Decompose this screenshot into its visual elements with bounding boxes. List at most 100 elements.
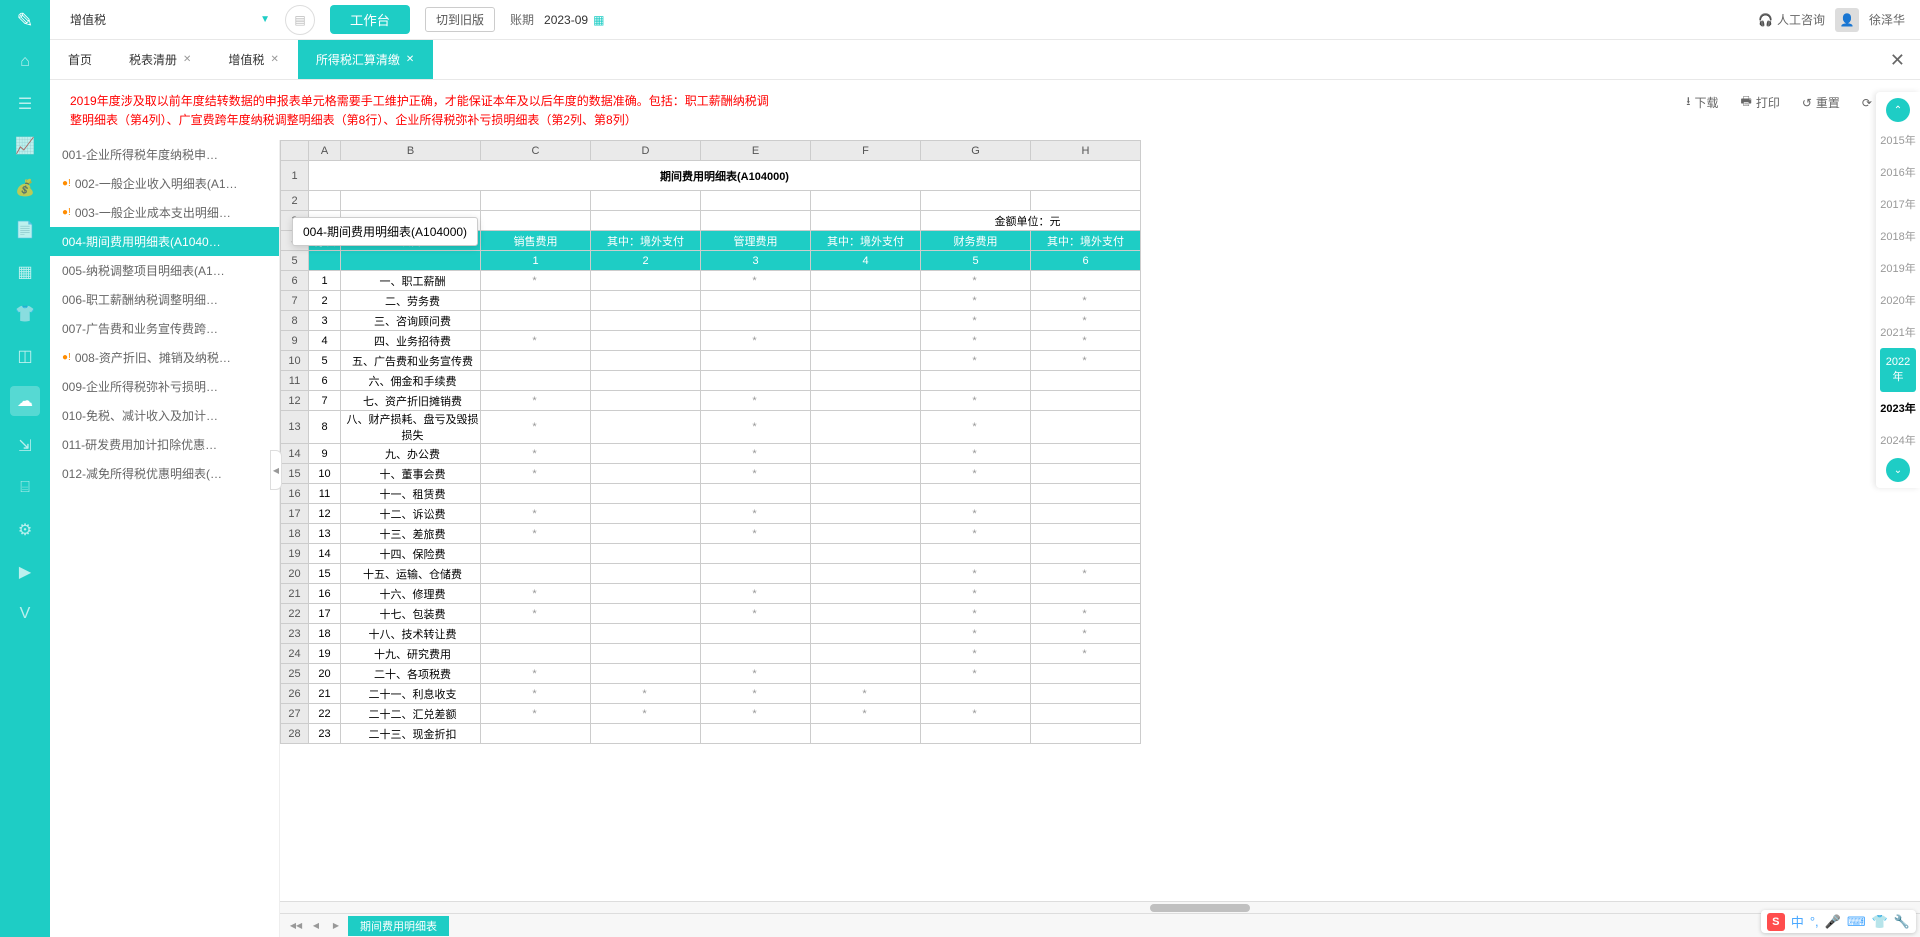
year-2024年[interactable]: 2024年 (1876, 424, 1920, 456)
sheet-tab-active[interactable]: 期间费用明细表 (348, 916, 449, 936)
year-2019年[interactable]: 2019年 (1876, 252, 1920, 284)
sheet-area: ABCDEFGH1期间费用明细表(A104000)23金额单位：元4行次项目销售… (280, 140, 1920, 937)
download-button[interactable]: ⭳下载 (1686, 92, 1718, 113)
doc-list[interactable]: 001-企业所得税年度纳税申…●!002-一般企业收入明细表(A1…●!003-… (50, 140, 280, 937)
main-dropdown[interactable]: 增值税 ▼ (70, 11, 270, 28)
tab-税表清册[interactable]: 税表清册✕ (111, 40, 210, 79)
nav-money-icon[interactable]: 💰 (13, 176, 37, 200)
year-2022年[interactable]: 2022年 (1880, 348, 1916, 392)
top-header: ✎ 增值税 ▼ ▤ 工作台 切到旧版 账期 2023-09 ▦ 🎧 人工咨询 👤… (0, 0, 1920, 40)
document-icon: ▤ (294, 13, 305, 27)
doc-tooltip: 004-期间费用明细表(A104000) (292, 217, 478, 246)
nav-grid-icon[interactable]: ▦ (13, 260, 37, 284)
doc-button[interactable]: ▤ (285, 5, 315, 35)
dropdown-label: 增值税 (70, 11, 106, 28)
period-value[interactable]: 2023-09 (544, 13, 588, 27)
year-2015年[interactable]: 2015年 (1876, 124, 1920, 156)
sheet-nav-first[interactable]: ◀◀ (288, 918, 304, 934)
warning-icon: ●! (62, 207, 71, 218)
close-icon[interactable]: ✕ (183, 54, 191, 65)
app-logo[interactable]: ✎ (0, 0, 50, 40)
nav-tray-icon[interactable]: ⌸ (13, 476, 37, 500)
notice-text: 2019年度涉及取以前年度结转数据的申报表单元格需要手工维护正确，才能保证本年及… (70, 92, 770, 130)
horizontal-scrollbar[interactable] (280, 901, 1920, 913)
ime-mic-icon[interactable]: 🎤 (1825, 914, 1841, 930)
split-area: 001-企业所得税年度纳税申…●!002-一般企业收入明细表(A1…●!003-… (50, 140, 1920, 937)
ime-tool-icon[interactable]: 🔧 (1894, 914, 1910, 930)
nav-play-icon[interactable]: ▶ (13, 560, 37, 584)
nav-v-icon[interactable]: V (13, 602, 37, 626)
download-icon: ⭳ (1686, 92, 1690, 113)
nav-doc-icon[interactable]: 📄 (13, 218, 37, 242)
doc-item[interactable]: ●!003-一般企业成本支出明细… (50, 198, 279, 227)
year-down-button[interactable]: ⌄ (1886, 458, 1910, 482)
print-icon: 🖶 (1741, 92, 1752, 113)
sheet-nav-prev[interactable]: ◀ (308, 918, 324, 934)
sheet-nav-next[interactable]: ▶ (328, 918, 344, 934)
unit-label[interactable]: 金额单位：元 (921, 211, 1141, 231)
avatar[interactable]: 👤 (1835, 8, 1859, 32)
worktable-button[interactable]: 工作台 (330, 5, 410, 34)
doc-item[interactable]: 005-纳税调整项目明细表(A1… (50, 256, 279, 285)
doc-item[interactable]: ●!002-一般企业收入明细表(A1… (50, 169, 279, 198)
content-area: 2019年度涉及取以前年度结转数据的申报表单元格需要手工维护正确，才能保证本年及… (50, 80, 1920, 937)
tab-增值税[interactable]: 增值税✕ (210, 40, 297, 79)
tab-首页[interactable]: 首页 (50, 40, 111, 79)
year-2017年[interactable]: 2017年 (1876, 188, 1920, 220)
doc-item[interactable]: 009-企业所得税弥补亏损明… (50, 372, 279, 401)
year-2021年[interactable]: 2021年 (1876, 316, 1920, 348)
print-button[interactable]: 🖶打印 (1741, 92, 1780, 113)
consult-button[interactable]: 🎧 人工咨询 (1758, 11, 1825, 28)
nav-list-icon[interactable]: ☰ (13, 92, 37, 116)
close-icon[interactable]: ✕ (406, 54, 414, 65)
switch-old-button[interactable]: 切到旧版 (425, 7, 495, 32)
nav-export-icon[interactable]: ⇲ (13, 434, 37, 458)
nav-shirt-icon[interactable]: 👕 (13, 302, 37, 326)
toolbar: ⭳下载 🖶打印 ↺重置 ⟳刷新 (1686, 92, 1900, 113)
doc-item[interactable]: 007-广告费和业务宣传费跨… (50, 314, 279, 343)
calendar-icon[interactable]: ▦ (593, 13, 604, 27)
year-rail: ⌃ 2015年2016年2017年2018年2019年2020年2021年202… (1876, 92, 1920, 488)
close-icon[interactable]: ✕ (270, 54, 278, 65)
nav-cloud-icon[interactable]: ☁ (10, 386, 40, 416)
nav-home-icon[interactable]: ⌂ (13, 50, 37, 74)
reset-icon: ↺ (1802, 96, 1812, 110)
collapse-handle[interactable]: ◀ (270, 450, 282, 490)
period-label: 账期 (510, 11, 534, 28)
ime-skin-icon[interactable]: 👕 (1872, 914, 1888, 930)
feather-icon: ✎ (17, 8, 34, 33)
tab-所得税汇算清缴[interactable]: 所得税汇算清缴✕ (298, 40, 433, 79)
year-up-button[interactable]: ⌃ (1886, 98, 1910, 122)
ime-lang[interactable]: 中 (1791, 912, 1804, 931)
doc-item[interactable]: 012-减免所得税优惠明细表(… (50, 459, 279, 488)
year-2023年[interactable]: 2023年 (1876, 392, 1920, 424)
doc-item[interactable]: 011-研发费用加计扣除优惠… (50, 430, 279, 459)
consult-label: 人工咨询 (1777, 11, 1825, 28)
left-nav: ⌂ ☰ 📈 💰 📄 ▦ 👕 ◫ ☁ ⇲ ⌸ ⚙ ▶ V (0, 40, 50, 937)
header-right: 🎧 人工咨询 👤 徐泽华 (1758, 8, 1905, 32)
reset-button[interactable]: ↺重置 (1802, 94, 1840, 111)
tab-bar: 首页税表清册✕增值税✕所得税汇算清缴✕ ✕ (50, 40, 1920, 80)
ime-logo-icon: S (1767, 913, 1785, 931)
scrollbar-thumb[interactable] (1150, 904, 1250, 912)
nav-gear-icon[interactable]: ⚙ (13, 518, 37, 542)
doc-item[interactable]: 004-期间费用明细表(A1040… (50, 227, 279, 256)
ime-punct-icon[interactable]: °, (1810, 914, 1819, 929)
ime-bar[interactable]: S 中 °, 🎤 ⌨ 👕 🔧 (1761, 910, 1916, 933)
doc-item[interactable]: 010-免税、减计收入及加计… (50, 401, 279, 430)
year-2018年[interactable]: 2018年 (1876, 220, 1920, 252)
warning-icon: ●! (62, 352, 71, 363)
sheet-scroll[interactable]: ABCDEFGH1期间费用明细表(A104000)23金额单位：元4行次项目销售… (280, 140, 1920, 901)
doc-item[interactable]: ●!008-资产折旧、摊销及纳税… (50, 343, 279, 372)
nav-chart-icon[interactable]: 📈 (13, 134, 37, 158)
nav-box-icon[interactable]: ◫ (13, 344, 37, 368)
username: 徐泽华 (1869, 11, 1905, 28)
ime-keyboard-icon[interactable]: ⌨ (1847, 914, 1866, 930)
year-2020年[interactable]: 2020年 (1876, 284, 1920, 316)
doc-item[interactable]: 001-企业所得税年度纳税申… (50, 140, 279, 169)
refresh-icon: ⟳ (1862, 96, 1872, 110)
sheet-title[interactable]: 期间费用明细表(A104000) (309, 161, 1141, 191)
close-all-button[interactable]: ✕ (1890, 40, 1905, 80)
year-2016年[interactable]: 2016年 (1876, 156, 1920, 188)
doc-item[interactable]: 006-职工薪酬纳税调整明细… (50, 285, 279, 314)
